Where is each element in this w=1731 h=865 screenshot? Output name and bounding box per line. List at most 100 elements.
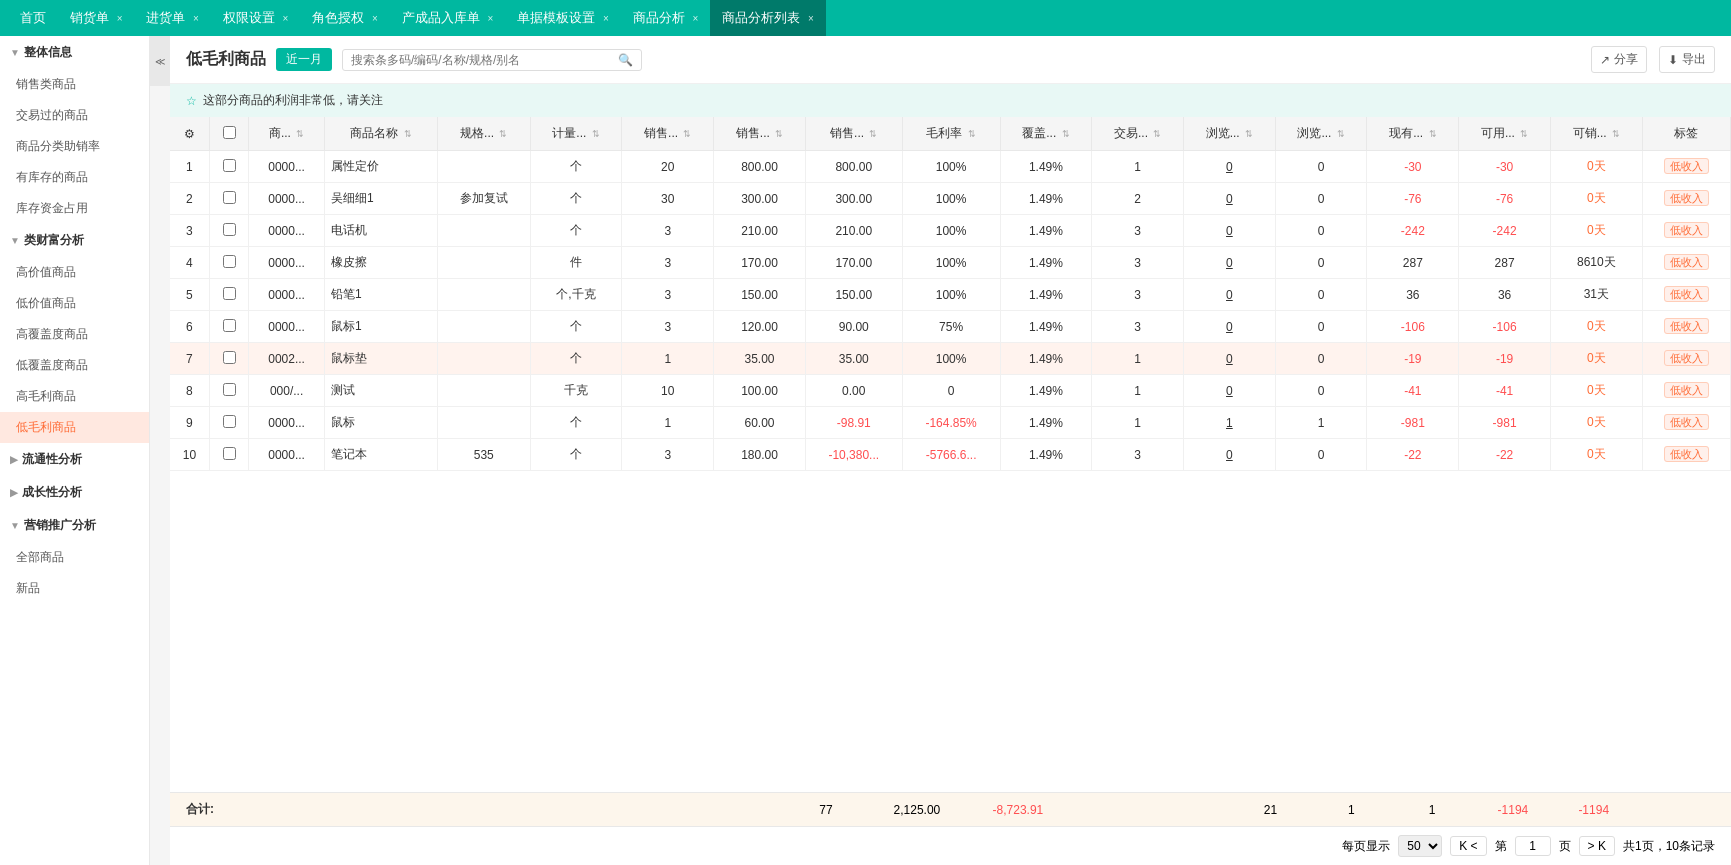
row-browse1[interactable]: 0 [1184, 279, 1276, 311]
row-checkbox[interactable] [209, 439, 249, 471]
sidebar-group-circulation[interactable]: ▶ 流通性分析 [0, 443, 149, 476]
sidebar-group-marketing[interactable]: ▼ 营销推广分析 [0, 509, 149, 542]
col-transactions[interactable]: 交易... ⇅ [1092, 117, 1184, 151]
sidebar-group-wealth[interactable]: ▼ 类财富分析 [0, 224, 149, 257]
nav-analysis-list[interactable]: 商品分析列表 × [710, 0, 825, 36]
row-name[interactable]: 电话机 [324, 215, 437, 247]
row-select-checkbox[interactable] [223, 255, 236, 268]
col-coverage[interactable]: 覆盖... ⇅ [1000, 117, 1092, 151]
nav-analysis[interactable]: 商品分析 × [621, 0, 710, 36]
row-checkbox[interactable] [209, 247, 249, 279]
row-name[interactable]: 铅笔1 [324, 279, 437, 311]
search-input[interactable] [351, 53, 618, 67]
pagination-next-last[interactable]: > K [1579, 836, 1615, 856]
nav-analysis-list-close[interactable]: × [808, 13, 814, 24]
nav-roles[interactable]: 角色授权 × [300, 0, 389, 36]
nav-sales-close[interactable]: × [117, 13, 123, 24]
pagination-first-prev[interactable]: K < [1450, 836, 1486, 856]
col-spec[interactable]: 规格... ⇅ [437, 117, 530, 151]
col-gross-rate[interactable]: 毛利率 ⇅ [902, 117, 1000, 151]
sidebar-item-high-margin[interactable]: 高毛利商品 [0, 381, 149, 412]
nav-purchase-close[interactable]: × [193, 13, 199, 24]
col-tag[interactable]: 标签 [1642, 117, 1730, 151]
col-available[interactable]: 可用... ⇅ [1459, 117, 1551, 151]
nav-templates[interactable]: 单据模板设置 × [505, 0, 620, 36]
row-browse1[interactable]: 0 [1184, 151, 1276, 183]
nav-roles-close[interactable]: × [372, 13, 378, 24]
sidebar-item-traded-goods[interactable]: 交易过的商品 [0, 100, 149, 131]
row-select-checkbox[interactable] [223, 223, 236, 236]
row-select-checkbox[interactable] [223, 287, 236, 300]
sidebar-item-new-goods[interactable]: 新品 [0, 573, 149, 604]
row-browse1[interactable]: 0 [1184, 183, 1276, 215]
row-checkbox[interactable] [209, 311, 249, 343]
row-checkbox[interactable] [209, 215, 249, 247]
nav-products[interactable]: 产成品入库单 × [390, 0, 505, 36]
col-settings[interactable]: ⚙ [170, 117, 209, 151]
nav-products-close[interactable]: × [488, 13, 494, 24]
sidebar-item-all-goods[interactable]: 全部商品 [0, 542, 149, 573]
col-sales-profit[interactable]: 销售... ⇅ [805, 117, 902, 151]
col-sales-amount[interactable]: 销售... ⇅ [714, 117, 806, 151]
row-checkbox[interactable] [209, 375, 249, 407]
sidebar-item-category-rate[interactable]: 商品分类助销率 [0, 131, 149, 162]
sidebar-item-low-value[interactable]: 低价值商品 [0, 288, 149, 319]
col-name[interactable]: 商品名称 ⇅ [324, 117, 437, 151]
sidebar-item-stock-capital[interactable]: 库存资金占用 [0, 193, 149, 224]
export-button[interactable]: ⬇ 导出 [1659, 46, 1715, 73]
row-browse1[interactable]: 0 [1184, 439, 1276, 471]
row-browse1[interactable]: 0 [1184, 375, 1276, 407]
row-select-checkbox[interactable] [223, 191, 236, 204]
row-name[interactable]: 鼠标1 [324, 311, 437, 343]
sidebar-item-low-margin[interactable]: 低毛利商品 [0, 412, 149, 443]
sidebar-item-sales-goods[interactable]: 销售类商品 [0, 69, 149, 100]
page-input[interactable] [1515, 836, 1551, 856]
row-browse1[interactable]: 0 [1184, 343, 1276, 375]
col-unit[interactable]: 计量... ⇅ [530, 117, 622, 151]
select-all-checkbox[interactable] [223, 126, 236, 139]
row-name[interactable]: 测试 [324, 375, 437, 407]
row-browse1[interactable]: 0 [1184, 215, 1276, 247]
row-select-checkbox[interactable] [223, 159, 236, 172]
col-browse2[interactable]: 浏览... ⇅ [1275, 117, 1367, 151]
col-code[interactable]: 商... ⇅ [249, 117, 325, 151]
col-current-stock[interactable]: 现有... ⇅ [1367, 117, 1459, 151]
per-page-select[interactable]: 50 [1398, 835, 1442, 857]
sidebar-item-stock-goods[interactable]: 有库存的商品 [0, 162, 149, 193]
row-checkbox[interactable] [209, 183, 249, 215]
row-name[interactable]: 笔记本 [324, 439, 437, 471]
row-select-checkbox[interactable] [223, 319, 236, 332]
sidebar-item-high-value[interactable]: 高价值商品 [0, 257, 149, 288]
row-checkbox[interactable] [209, 151, 249, 183]
row-name[interactable]: 吴细细1 [324, 183, 437, 215]
sidebar-group-growth[interactable]: ▶ 成长性分析 [0, 476, 149, 509]
row-name[interactable]: 属性定价 [324, 151, 437, 183]
sidebar-item-high-coverage[interactable]: 高覆盖度商品 [0, 319, 149, 350]
row-select-checkbox[interactable] [223, 383, 236, 396]
col-browse1[interactable]: 浏览... ⇅ [1184, 117, 1276, 151]
row-checkbox[interactable] [209, 407, 249, 439]
col-checkbox[interactable] [209, 117, 249, 151]
search-icon[interactable]: 🔍 [618, 53, 633, 67]
row-name[interactable]: 鼠标垫 [324, 343, 437, 375]
col-saleable[interactable]: 可销... ⇅ [1550, 117, 1642, 151]
share-button[interactable]: ↗ 分享 [1591, 46, 1647, 73]
row-checkbox[interactable] [209, 279, 249, 311]
row-name[interactable]: 鼠标 [324, 407, 437, 439]
nav-permissions-close[interactable]: × [283, 13, 289, 24]
table-container[interactable]: ⚙ 商... ⇅ 商品名称 ⇅ 规格... ⇅ 计量... ⇅ 销售... ⇅ … [170, 117, 1731, 792]
row-browse1[interactable]: 0 [1184, 311, 1276, 343]
row-browse1[interactable]: 0 [1184, 247, 1276, 279]
sidebar-collapse-button[interactable]: ≪ [150, 36, 170, 86]
row-name[interactable]: 橡皮擦 [324, 247, 437, 279]
nav-home[interactable]: 首页 [8, 0, 58, 36]
nav-templates-close[interactable]: × [603, 13, 609, 24]
nav-purchase[interactable]: 进货单 × [134, 0, 210, 36]
row-select-checkbox[interactable] [223, 447, 236, 460]
row-select-checkbox[interactable] [223, 351, 236, 364]
sidebar-item-low-coverage[interactable]: 低覆盖度商品 [0, 350, 149, 381]
col-sales-qty[interactable]: 销售... ⇅ [622, 117, 714, 151]
nav-permissions[interactable]: 权限设置 × [211, 0, 300, 36]
row-browse1[interactable]: 1 [1184, 407, 1276, 439]
nav-analysis-close[interactable]: × [692, 13, 698, 24]
